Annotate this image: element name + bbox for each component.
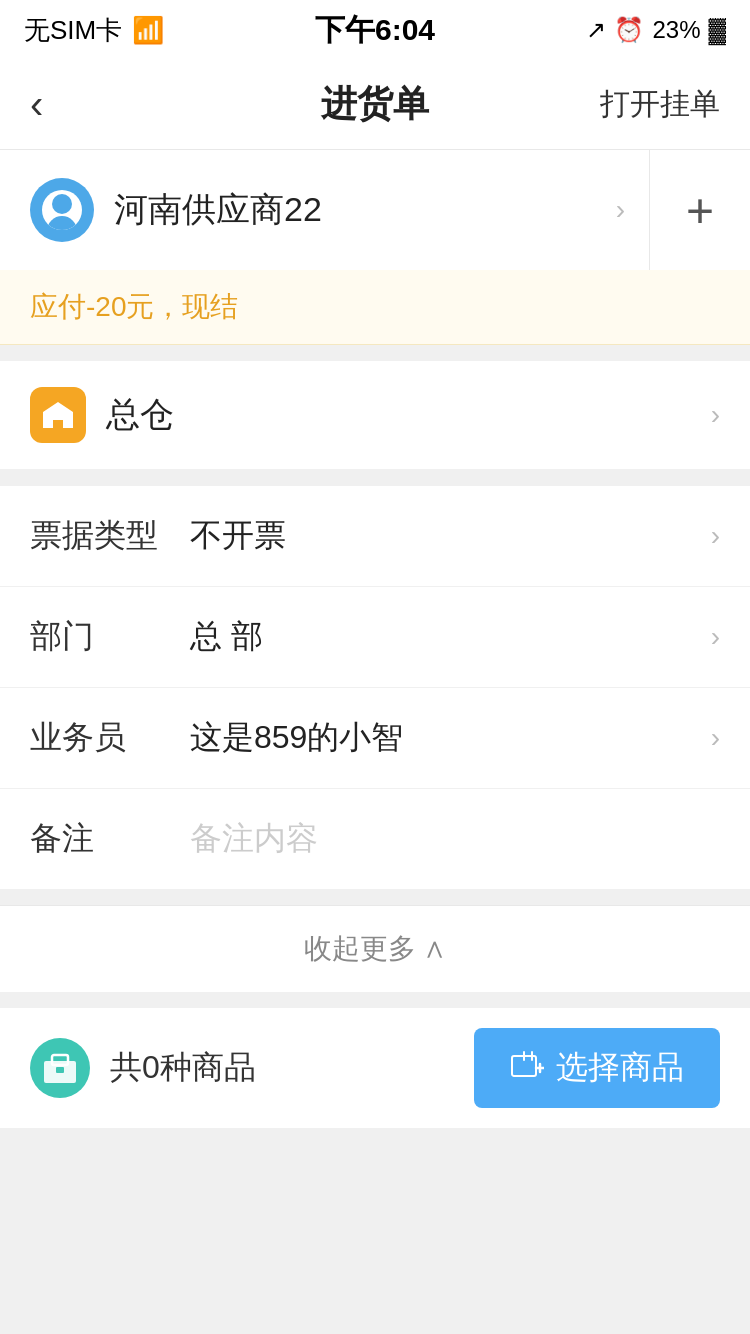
status-time: 下午6:04 — [315, 10, 435, 51]
avatar-body — [47, 216, 77, 230]
status-bar: 无SIM卡 📶 下午6:04 ↗ ⏰ 23% ▓ — [0, 0, 750, 60]
select-product-button[interactable]: 选择商品 — [474, 1028, 720, 1108]
nav-bar: ‹ 进货单 打开挂单 — [0, 60, 750, 150]
notice-bar: 应付-20元，现结 — [0, 270, 750, 345]
product-bar: 共0种商品 选择商品 — [0, 1008, 750, 1128]
supplier-section: 河南供应商22 › + — [0, 150, 750, 270]
salesperson-chevron-icon: › — [711, 722, 720, 754]
form-section: 票据类型 不开票 › 部门 总 部 › 业务员 这是859的小智 › 备注 备注… — [0, 486, 750, 889]
department-chevron-icon: › — [711, 621, 720, 653]
main-content: 河南供应商22 › + 应付-20元，现结 总仓 › 票据类型 不开票 › 部门 — [0, 150, 750, 1334]
select-product-icon — [510, 1050, 544, 1087]
remark-row[interactable]: 备注 备注内容 — [0, 789, 750, 889]
page-title: 进货单 — [321, 80, 429, 129]
battery-icon: ▓ — [709, 16, 727, 44]
department-label: 部门 — [30, 615, 170, 659]
avatar-image — [42, 190, 82, 230]
select-product-label: 选择商品 — [556, 1046, 684, 1090]
salesperson-label: 业务员 — [30, 716, 170, 760]
salesperson-row[interactable]: 业务员 这是859的小智 › — [0, 688, 750, 789]
collapse-row[interactable]: 收起更多 ∧ — [0, 905, 750, 992]
avatar-head — [52, 194, 72, 214]
product-icon — [30, 1038, 90, 1098]
alarm-icon: ⏰ — [614, 16, 644, 44]
collapse-label: 收起更多 ∧ — [304, 930, 447, 968]
back-button[interactable]: ‹ — [30, 82, 90, 127]
location-icon: ↗ — [586, 16, 606, 44]
salesperson-value: 这是859的小智 — [170, 716, 711, 760]
invoice-type-row[interactable]: 票据类型 不开票 › — [0, 486, 750, 587]
warehouse-chevron-icon: › — [711, 399, 720, 431]
add-supplier-button[interactable]: + — [650, 150, 750, 270]
remark-label: 备注 — [30, 817, 170, 861]
warehouse-section: 总仓 › — [0, 361, 750, 470]
wifi-icon: 📶 — [132, 15, 164, 46]
invoice-type-value: 不开票 — [170, 514, 711, 558]
product-count-label: 共0种商品 — [110, 1046, 474, 1090]
carrier-text: 无SIM卡 — [24, 13, 122, 48]
open-pending-button[interactable]: 打开挂单 — [600, 84, 720, 125]
supplier-chevron-icon: › — [592, 194, 649, 226]
svg-rect-2 — [56, 1067, 64, 1073]
remark-value: 备注内容 — [170, 817, 720, 861]
status-left: 无SIM卡 📶 — [24, 13, 164, 48]
supplier-avatar — [30, 178, 94, 242]
invoice-type-chevron-icon: › — [711, 520, 720, 552]
background-fill — [0, 1128, 750, 1334]
notice-text: 应付-20元，现结 — [30, 291, 238, 322]
warehouse-row[interactable]: 总仓 › — [0, 361, 750, 470]
warehouse-icon — [30, 387, 86, 443]
supplier-row[interactable]: 河南供应商22 › — [0, 150, 650, 270]
status-right: ↗ ⏰ 23% ▓ — [586, 16, 726, 44]
invoice-type-label: 票据类型 — [30, 514, 170, 558]
warehouse-name: 总仓 — [106, 392, 711, 438]
battery-text: 23% — [652, 16, 700, 44]
department-value: 总 部 — [170, 615, 711, 659]
supplier-name: 河南供应商22 — [114, 187, 592, 233]
department-row[interactable]: 部门 总 部 › — [0, 587, 750, 688]
